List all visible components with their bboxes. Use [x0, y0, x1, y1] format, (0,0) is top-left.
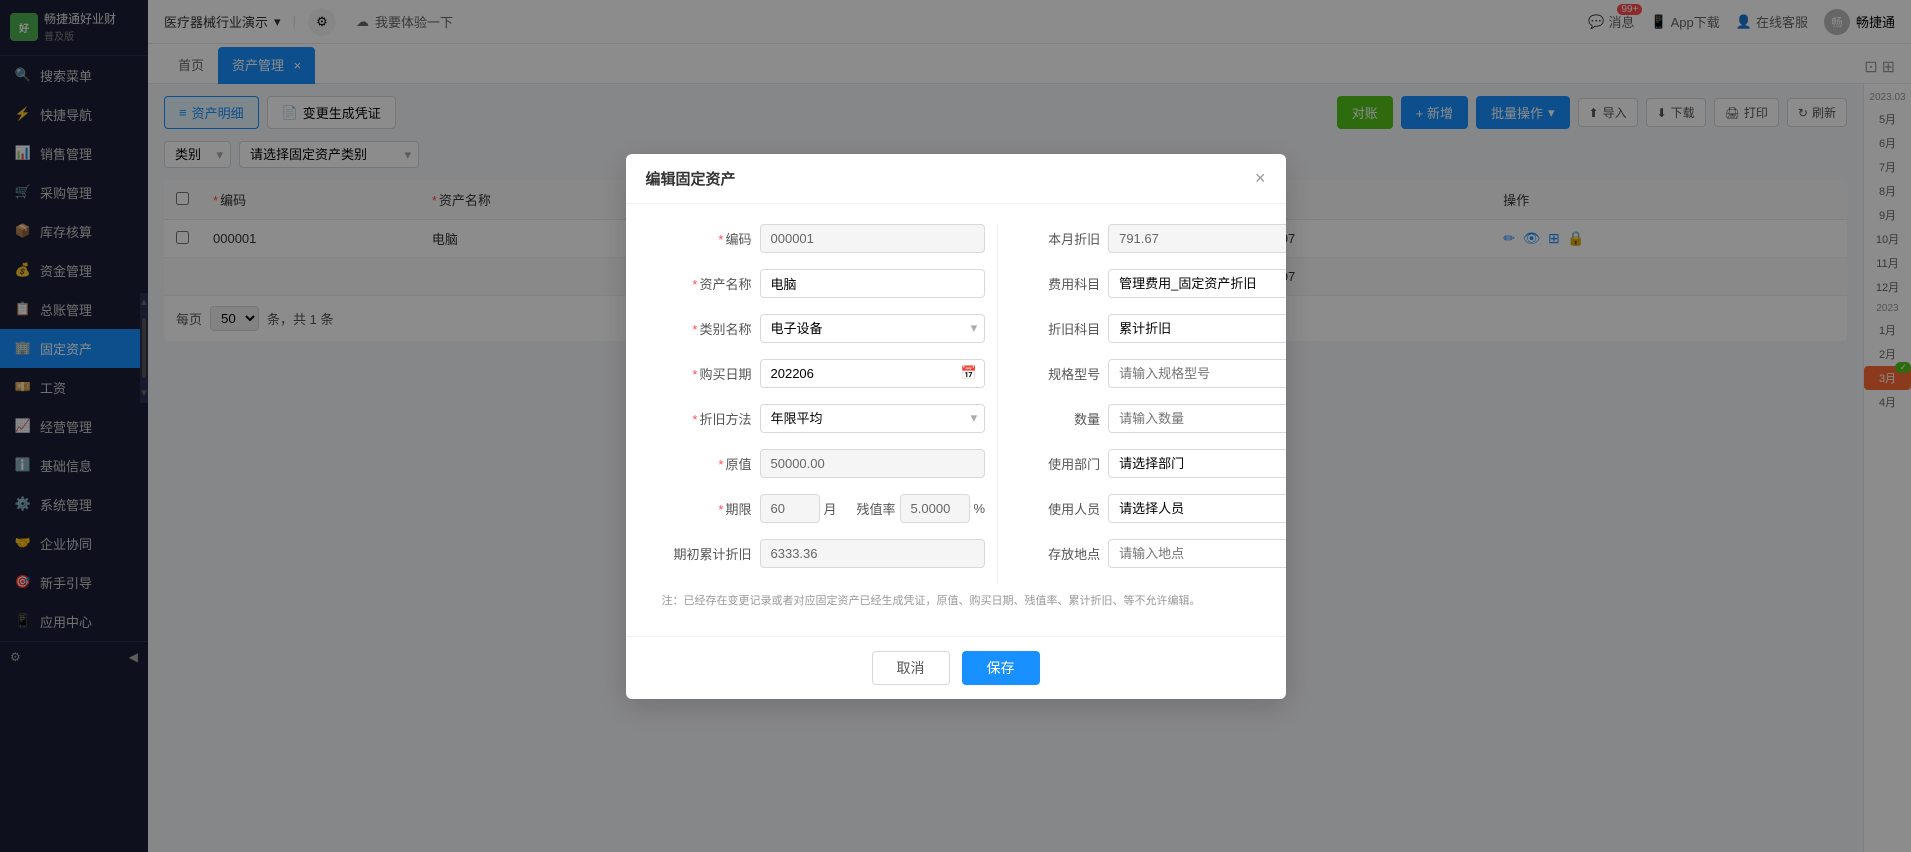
form-row-depreciation-method: *折旧方法 年限平均 — [662, 404, 986, 433]
form-row-original-value: *原值 — [662, 449, 986, 478]
form-row-quantity: 数量 — [1010, 404, 1285, 433]
modal-header: 编辑固定资产 × — [626, 154, 1286, 204]
dep-subject-select[interactable]: 累计折旧 — [1108, 314, 1285, 343]
modal-close-btn[interactable]: × — [1255, 168, 1266, 189]
modal-overlay: 编辑固定资产 × *编码 *资产名称 *类别名称 — [0, 0, 1911, 852]
period-input[interactable] — [760, 494, 820, 523]
form-row-location: 存放地点 — [1010, 539, 1285, 568]
form-right-col: 本月折旧 费用科目 管理费用_固定资产折旧 折旧科目 — [997, 224, 1285, 584]
code-input[interactable] — [760, 224, 986, 253]
form-row-dep-subject: 折旧科目 累计折旧 — [1010, 314, 1285, 343]
monthly-depreciation-input — [1108, 224, 1285, 253]
form-row-monthly-dep: 本月折旧 — [1010, 224, 1285, 253]
modal-body: *编码 *资产名称 *类别名称 电子设备 — [626, 204, 1286, 636]
category-select-wrap: 电子设备 — [760, 314, 986, 343]
modal-note: 注：已经存在变更记录或者对应固定资产已经生成凭证，原值、购买日期、残值率、累计折… — [650, 584, 1262, 616]
purchase-date-input[interactable] — [760, 359, 986, 388]
form-row-department: 使用部门 请选择部门 — [1010, 449, 1285, 478]
save-button[interactable]: 保存 — [962, 651, 1040, 685]
expense-subject-select[interactable]: 管理费用_固定资产折旧 — [1108, 269, 1285, 298]
category-select[interactable]: 电子设备 — [760, 314, 986, 343]
depreciation-method-select[interactable]: 年限平均 — [760, 404, 986, 433]
expense-subject-wrap: 管理费用_固定资产折旧 — [1108, 269, 1285, 298]
form-row-initial-depreciation: 期初累计折旧 — [662, 539, 986, 568]
form-row-expense-subject: 费用科目 管理费用_固定资产折旧 — [1010, 269, 1285, 298]
department-wrap: 请选择部门 — [1108, 449, 1285, 478]
form-row-period: *期限 月 残值率 % — [662, 494, 986, 523]
initial-depreciation-input[interactable] — [760, 539, 986, 568]
department-select[interactable]: 请选择部门 — [1108, 449, 1285, 478]
form-left-col: *编码 *资产名称 *类别名称 电子设备 — [650, 224, 998, 584]
cancel-button[interactable]: 取消 — [872, 651, 950, 685]
form-row-user: 使用人员 请选择人员 — [1010, 494, 1285, 523]
asset-name-input[interactable] — [760, 269, 986, 298]
residual-rate-input[interactable] — [900, 494, 970, 523]
form-row-name: *资产名称 — [662, 269, 986, 298]
calendar-icon[interactable]: 📅 — [961, 365, 977, 381]
modal-footer: 取消 保存 — [626, 636, 1286, 699]
dep-subject-wrap: 累计折旧 — [1108, 314, 1285, 343]
user-wrap: 请选择人员 — [1108, 494, 1285, 523]
period-unit-wrap: 月 残值率 % — [760, 494, 986, 523]
original-value-input[interactable] — [760, 449, 986, 478]
modal-title: 编辑固定资产 — [646, 168, 736, 189]
form-row-code: *编码 — [662, 224, 986, 253]
form-grid: *编码 *资产名称 *类别名称 电子设备 — [650, 224, 1262, 584]
location-input[interactable] — [1108, 539, 1285, 568]
form-row-purchase-date: *购买日期 📅 — [662, 359, 986, 388]
spec-input[interactable] — [1108, 359, 1285, 388]
edit-fixed-asset-modal: 编辑固定资产 × *编码 *资产名称 *类别名称 — [626, 154, 1286, 699]
purchase-date-wrap: 📅 — [760, 359, 986, 388]
depreciation-method-wrap: 年限平均 — [760, 404, 986, 433]
form-row-spec: 规格型号 — [1010, 359, 1285, 388]
form-row-category: *类别名称 电子设备 — [662, 314, 986, 343]
user-select[interactable]: 请选择人员 — [1108, 494, 1285, 523]
quantity-input[interactable] — [1108, 404, 1285, 433]
